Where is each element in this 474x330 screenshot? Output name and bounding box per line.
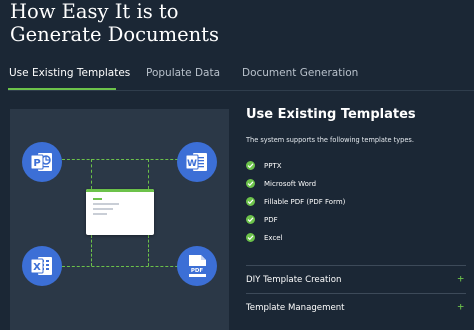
- accordion-label: Template Management: [246, 303, 345, 313]
- accordion-diy-template-creation[interactable]: DIY Template Creation +: [246, 265, 466, 294]
- template-illustration: P W X PDF: [10, 109, 229, 330]
- expand-plus-icon[interactable]: +: [457, 272, 464, 285]
- accordion-template-management[interactable]: Template Management +: [246, 293, 466, 322]
- powerpoint-icon: P: [22, 142, 62, 182]
- list-item-label: PPTX: [264, 162, 282, 170]
- tab-divider: [8, 90, 474, 91]
- list-item: PDF: [246, 215, 466, 233]
- tab-populate-data[interactable]: Populate Data: [146, 67, 220, 79]
- document-template-card: [86, 189, 154, 235]
- section-description: The system supports the following templa…: [246, 136, 414, 144]
- page-title: How Easy It is to Generate Documents: [10, 0, 219, 46]
- check-icon: [246, 215, 255, 224]
- pdf-icon: PDF: [177, 246, 217, 286]
- check-icon: [246, 179, 255, 188]
- accordion-label: DIY Template Creation: [246, 275, 342, 285]
- connector-bottom: [62, 266, 188, 267]
- title-line-2: Generate Documents: [10, 23, 220, 46]
- list-item: Fillable PDF (PDF Form): [246, 197, 466, 215]
- card-text-line: [93, 208, 113, 210]
- word-icon: W: [177, 142, 217, 182]
- section-heading: Use Existing Templates: [246, 107, 416, 122]
- list-item-label: Excel: [264, 234, 283, 242]
- list-item: PPTX: [246, 161, 466, 179]
- svg-text:W: W: [187, 159, 197, 169]
- expand-plus-icon[interactable]: +: [457, 300, 464, 313]
- list-item: Excel: [246, 233, 466, 251]
- connector-top: [62, 159, 188, 160]
- list-item-label: Fillable PDF (PDF Form): [264, 198, 346, 206]
- check-icon: [246, 161, 255, 170]
- tab-use-existing-templates[interactable]: Use Existing Templates: [9, 67, 130, 79]
- svg-text:P: P: [33, 158, 40, 169]
- list-item-label: PDF: [264, 216, 278, 224]
- connector-bottom-left: [91, 235, 92, 266]
- list-item: Microsoft Word: [246, 179, 466, 197]
- card-text-line: [93, 203, 119, 205]
- check-icon: [246, 197, 255, 206]
- svg-text:X: X: [33, 262, 41, 273]
- card-accent-bar: [86, 189, 154, 192]
- card-logo-line: [93, 198, 102, 200]
- connector-bottom-right: [148, 235, 149, 266]
- pdf-label: PDF: [190, 267, 204, 274]
- connector-top-right: [148, 159, 149, 189]
- title-line-1: How Easy It is to: [10, 0, 179, 23]
- excel-icon: X: [22, 246, 62, 286]
- connector-top-left: [91, 159, 92, 189]
- check-icon: [246, 233, 255, 242]
- active-tab-indicator: [8, 88, 116, 90]
- tab-document-generation[interactable]: Document Generation: [242, 67, 358, 79]
- list-item-label: Microsoft Word: [264, 180, 317, 188]
- template-type-list: PPTX Microsoft Word Fillable PDF (PDF Fo…: [246, 161, 466, 251]
- card-text-line: [93, 213, 107, 215]
